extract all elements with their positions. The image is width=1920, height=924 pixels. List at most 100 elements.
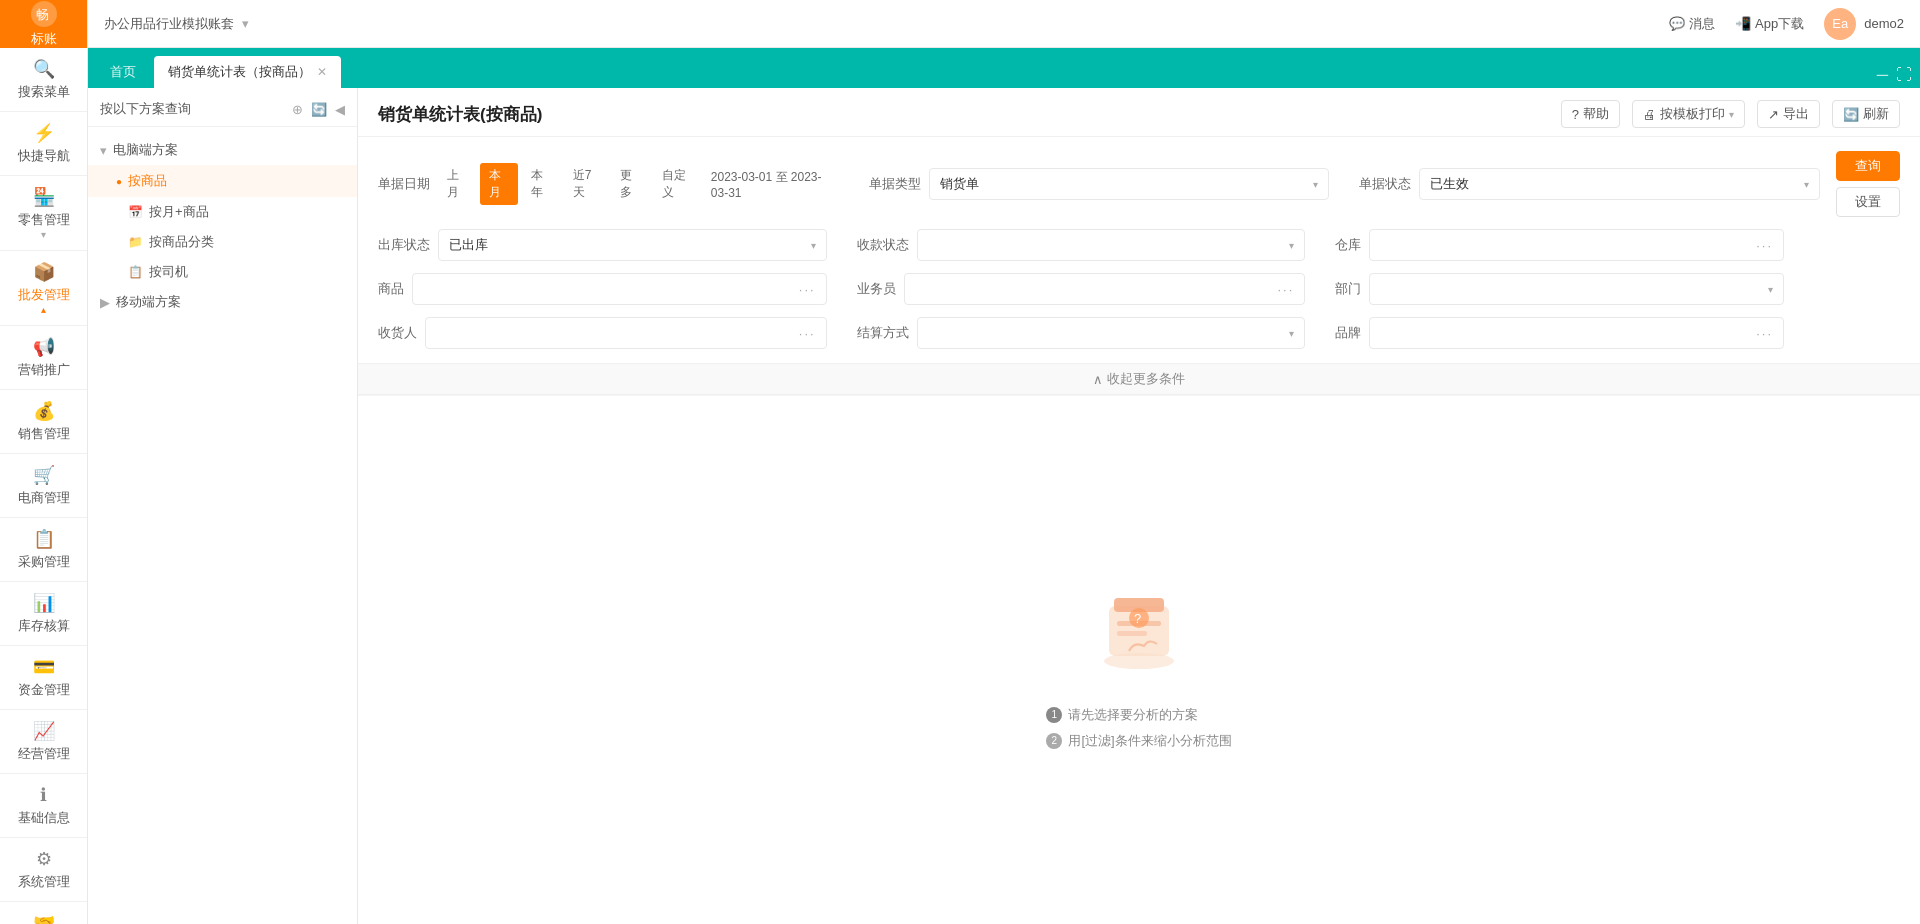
- svg-text:?: ?: [1134, 611, 1141, 626]
- chip-more[interactable]: 更多: [611, 163, 649, 205]
- sidebar-item-enterprise[interactable]: 🤝 企业协同: [0, 902, 88, 924]
- receiver-label: 收货人: [378, 324, 417, 342]
- chip-last-month[interactable]: 上月: [438, 163, 476, 205]
- scheme-section-pc: ▾ 电脑端方案 ● 按商品 📅 按月+商品 📁 按商品分类 📋 按司机: [88, 127, 357, 325]
- message-icon: 💬: [1669, 16, 1685, 31]
- department-arrow: ▾: [1768, 284, 1773, 295]
- wholesale-arrow: ▴: [41, 304, 46, 315]
- doc-status-label: 单据状态: [1359, 175, 1411, 193]
- scheme-item-by-cashier[interactable]: 📋 按司机: [88, 257, 357, 287]
- tab-sales-stats-label: 销货单统计表（按商品）: [168, 63, 311, 81]
- settings-btn[interactable]: 设置: [1836, 187, 1900, 217]
- scheme-item-by-category[interactable]: 📁 按商品分类: [88, 227, 357, 257]
- chip-last7[interactable]: 近7天: [564, 163, 607, 205]
- export-btn[interactable]: ↗ 导出: [1757, 100, 1820, 128]
- page-header: 销货单统计表(按商品) ? 帮助 🖨 按模板打印 ▾ ↗ 导出: [358, 88, 1920, 137]
- tip-text-1: 请先选择要分析的方案: [1068, 702, 1198, 728]
- department-control[interactable]: ▾: [1369, 273, 1784, 305]
- product-label: 商品: [378, 280, 404, 298]
- tip-number-2: 2: [1046, 733, 1062, 749]
- tab-home[interactable]: 首页: [96, 56, 150, 88]
- by-category-icon: 📁: [128, 235, 143, 249]
- sidebar-item-purchase[interactable]: 📋 采购管理: [0, 518, 88, 582]
- pc-group-label: 电脑端方案: [113, 141, 178, 159]
- chip-this-year[interactable]: 本年: [522, 163, 560, 205]
- retail-icon: 🏪: [33, 186, 55, 208]
- app-download-icon: 📲: [1735, 16, 1751, 31]
- warehouse-control[interactable]: ···: [1369, 229, 1784, 261]
- template-print-label: 按模板打印: [1660, 105, 1725, 123]
- finance-icon: 💳: [33, 656, 55, 678]
- mobile-group-label: 移动端方案: [116, 293, 181, 311]
- top-header: 办公用品行业模拟账套 ▾ 💬 消息 📲 App下载 Ea demo2: [88, 0, 1920, 48]
- collection-control[interactable]: ▾: [917, 229, 1306, 261]
- main-area: 办公用品行业模拟账套 ▾ 💬 消息 📲 App下载 Ea demo2 首页: [88, 0, 1920, 924]
- tab-home-label: 首页: [110, 63, 136, 81]
- header-title: 办公用品行业模拟账套: [104, 15, 234, 33]
- sidebar-item-search-menu[interactable]: 🔍 搜索菜单: [0, 48, 88, 112]
- sidebar-item-inventory[interactable]: 📊 库存核算: [0, 582, 88, 646]
- receiver-control[interactable]: ···: [425, 317, 827, 349]
- warehouse-dots: ···: [1756, 238, 1773, 253]
- collapse-bar[interactable]: ∧ 收起更多条件: [358, 363, 1920, 395]
- sidebar-item-quick-nav[interactable]: ⚡ 快捷导航: [0, 112, 88, 176]
- filter-receiver: 收货人 ···: [378, 317, 827, 349]
- header-dropdown-arrow[interactable]: ▾: [242, 16, 249, 31]
- tab-sales-stats[interactable]: 销货单统计表（按商品） ✕: [154, 56, 341, 88]
- chip-this-month[interactable]: 本月: [480, 163, 518, 205]
- refresh-btn[interactable]: 🔄 刷新: [1832, 100, 1900, 128]
- help-btn[interactable]: ? 帮助: [1561, 100, 1620, 128]
- doc-type-arrow: ▾: [1313, 179, 1318, 190]
- doc-type-label: 单据类型: [869, 175, 921, 193]
- chip-custom[interactable]: 自定义: [653, 163, 701, 205]
- filter-row-3: 商品 ··· 业务员 ···: [378, 273, 1900, 305]
- scheme-group-pc[interactable]: ▾ 电脑端方案: [88, 135, 357, 165]
- message-btn[interactable]: 💬 消息: [1669, 15, 1715, 33]
- scheme-group-mobile[interactable]: ▶ 移动端方案: [88, 287, 357, 317]
- date-chips: 上月 本月 本年 近7天 更多 自定义: [438, 163, 701, 205]
- app-download-btn[interactable]: 📲 App下载: [1735, 15, 1804, 33]
- sidebar-item-basic-info[interactable]: ℹ 基础信息: [0, 774, 88, 838]
- page-actions: ? 帮助 🖨 按模板打印 ▾ ↗ 导出 🔄 刷新: [1561, 100, 1900, 128]
- refresh-scheme-btn[interactable]: 🔄: [311, 102, 327, 117]
- sidebar-item-finance[interactable]: 💳 资金管理: [0, 646, 88, 710]
- tab-close-btn[interactable]: ✕: [317, 65, 327, 79]
- help-label: 帮助: [1583, 105, 1609, 123]
- collapse-icon: ∧: [1093, 372, 1103, 387]
- header-left: 办公用品行业模拟账套 ▾: [104, 15, 249, 33]
- doc-status-control[interactable]: 已生效 ▾: [1419, 168, 1820, 200]
- filter-row-1: 单据日期 上月 本月 本年 近7天 更多 自定义 2023-03-01 至 20…: [378, 151, 1900, 217]
- enterprise-icon: 🤝: [33, 912, 55, 924]
- scheme-item-by-product[interactable]: ● 按商品: [88, 165, 357, 197]
- sidebar-item-marketing[interactable]: 📢 营销推广: [0, 326, 88, 390]
- sidebar-item-wholesale[interactable]: 📦 批发管理 ▴: [0, 251, 88, 326]
- out-status-control[interactable]: 已出库 ▾: [438, 229, 827, 261]
- add-scheme-btn[interactable]: ⊕: [292, 102, 303, 117]
- filter-doc-status: 单据状态 已生效 ▾: [1359, 168, 1820, 200]
- tab-minimize-btn[interactable]: ─: [1877, 66, 1888, 84]
- sidebar-item-system[interactable]: ⚙ 系统管理: [0, 838, 88, 902]
- salesperson-control[interactable]: ···: [904, 273, 1306, 305]
- sidebar-item-retail[interactable]: 🏪 零售管理 ▾: [0, 176, 88, 251]
- tab-bar: 首页 销货单统计表（按商品） ✕ ─ ⛶: [88, 48, 1920, 88]
- sidebar-item-operations[interactable]: 📈 经营管理: [0, 710, 88, 774]
- header-right: 💬 消息 📲 App下载 Ea demo2: [1669, 8, 1904, 40]
- settlement-arrow: ▾: [1289, 328, 1294, 339]
- out-status-value: 已出库: [449, 236, 811, 254]
- brand-control[interactable]: ···: [1369, 317, 1784, 349]
- app-logo: 畅 标账: [0, 0, 88, 48]
- scheme-item-by-month-product[interactable]: 📅 按月+商品: [88, 197, 357, 227]
- query-btn[interactable]: 查询: [1836, 151, 1900, 181]
- svg-text:畅: 畅: [36, 7, 49, 22]
- user-area[interactable]: Ea demo2: [1824, 8, 1904, 40]
- collapse-panel-btn[interactable]: ◀: [335, 102, 345, 117]
- settlement-control[interactable]: ▾: [917, 317, 1306, 349]
- sidebar-item-sales[interactable]: 💰 销售管理: [0, 390, 88, 454]
- product-control[interactable]: ···: [412, 273, 827, 305]
- tab-maximize-btn[interactable]: ⛶: [1896, 66, 1912, 84]
- doc-type-control[interactable]: 销货单 ▾: [929, 168, 1330, 200]
- sidebar-item-ecommerce[interactable]: 🛒 电商管理: [0, 454, 88, 518]
- warehouse-label: 仓库: [1335, 236, 1361, 254]
- filter-settlement: 结算方式 ▾: [857, 317, 1306, 349]
- template-print-btn[interactable]: 🖨 按模板打印 ▾: [1632, 100, 1745, 128]
